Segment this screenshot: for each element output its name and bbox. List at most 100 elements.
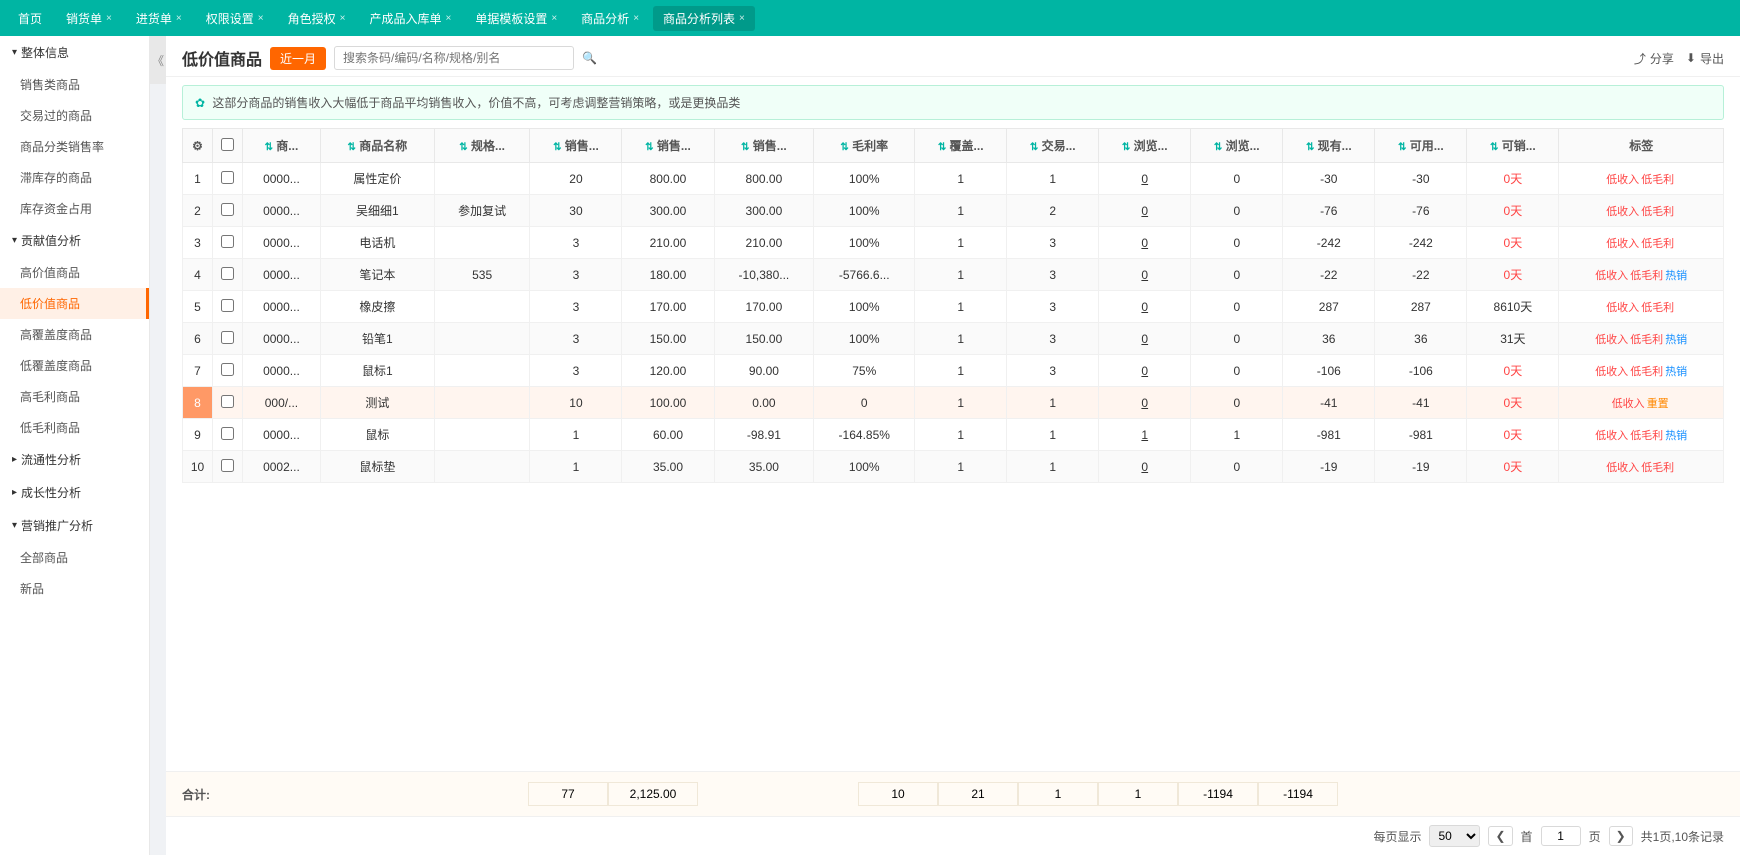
view1-link[interactable]: 0 [1141, 236, 1148, 250]
sidebar-group-contribution[interactable]: ▾ 贡献值分析 [0, 224, 149, 257]
col-sellable-header[interactable]: ⇅ 可销... [1467, 129, 1559, 163]
search-icon[interactable]: 🔍 [582, 51, 597, 65]
sidebar-item-low-coverage[interactable]: 低覆盖度商品 [0, 350, 149, 381]
sidebar-item-new-goods[interactable]: 新品 [0, 573, 149, 604]
cell-view1[interactable]: 0 [1099, 163, 1191, 195]
nav-template-close[interactable]: × [551, 13, 557, 24]
row-checkbox[interactable] [221, 459, 234, 472]
row-checkbox[interactable] [221, 267, 234, 280]
col-available-header[interactable]: ⇅ 可用... [1375, 129, 1467, 163]
view1-link[interactable]: 0 [1141, 460, 1148, 474]
col-current-header[interactable]: ⇅ 现有... [1283, 129, 1375, 163]
nav-product-close[interactable]: × [445, 13, 451, 24]
first-page-button[interactable]: ❮ [1488, 826, 1512, 846]
sidebar-item-traded-goods[interactable]: 交易过的商品 [0, 100, 149, 131]
nav-product-in[interactable]: 产成品入库单 × [359, 6, 461, 31]
cell-view1[interactable]: 0 [1099, 387, 1191, 419]
sidebar-group-overall[interactable]: ▾ 整体信息 [0, 36, 149, 69]
select-all-checkbox[interactable] [221, 138, 234, 151]
row-checkbox[interactable] [221, 203, 234, 216]
nav-role[interactable]: 角色授权 × [278, 6, 356, 31]
row-checkbox[interactable] [221, 171, 234, 184]
cell-view1[interactable]: 0 [1099, 195, 1191, 227]
col-view2-header[interactable]: ⇅ 浏览... [1191, 129, 1283, 163]
row-checkbox[interactable] [221, 427, 234, 440]
cell-view1[interactable]: 0 [1099, 291, 1191, 323]
sidebar-group-circulation[interactable]: ▸ 流通性分析 [0, 443, 149, 476]
cell-view1[interactable]: 1 [1099, 419, 1191, 451]
view1-link[interactable]: 0 [1141, 332, 1148, 346]
cell-check[interactable] [213, 259, 243, 291]
sidebar-item-sales-goods[interactable]: 销售类商品 [0, 69, 149, 100]
search-input[interactable] [334, 46, 574, 70]
view1-link[interactable]: 0 [1141, 204, 1148, 218]
col-view1-header[interactable]: ⇅ 浏览... [1099, 129, 1191, 163]
cell-check[interactable] [213, 227, 243, 259]
cell-view1[interactable]: 0 [1099, 355, 1191, 387]
view1-link[interactable]: 0 [1141, 300, 1148, 314]
sidebar-item-high-value[interactable]: 高价值商品 [0, 257, 149, 288]
sidebar-item-category-sales[interactable]: 商品分类销售率 [0, 131, 149, 162]
view1-link[interactable]: 0 [1141, 172, 1148, 186]
nav-permission-close[interactable]: × [258, 13, 264, 24]
view1-link[interactable]: 0 [1141, 364, 1148, 378]
table-container[interactable]: ⚙ ⇅ 商... ⇅ 商品名称 ⇅ 规格... ⇅ 销售... ⇅ 销售... … [166, 128, 1740, 771]
cell-check[interactable] [213, 195, 243, 227]
col-code-header[interactable]: ⇅ 商... [243, 129, 321, 163]
cell-check[interactable] [213, 387, 243, 419]
sidebar-item-all-goods[interactable]: 全部商品 [0, 542, 149, 573]
col-saleamt2-header[interactable]: ⇅ 销售... [714, 129, 814, 163]
cell-check[interactable] [213, 355, 243, 387]
nav-role-close[interactable]: × [340, 13, 346, 24]
nav-permission[interactable]: 权限设置 × [196, 6, 274, 31]
cell-check[interactable] [213, 323, 243, 355]
sidebar-item-capital[interactable]: 库存资金占用 [0, 193, 149, 224]
page-input[interactable] [1541, 826, 1581, 846]
row-checkbox[interactable] [221, 235, 234, 248]
col-spec-header[interactable]: ⇅ 规格... [434, 129, 530, 163]
col-check-header[interactable] [213, 129, 243, 163]
next-page-button[interactable]: ❯ [1609, 826, 1633, 846]
sidebar-item-slow-goods[interactable]: 滞库存的商品 [0, 162, 149, 193]
view1-link[interactable]: 0 [1141, 268, 1148, 282]
sidebar-item-low-margin[interactable]: 低毛利商品 [0, 412, 149, 443]
nav-purchase-close[interactable]: × [176, 13, 182, 24]
sidebar-collapse-button[interactable]: 《 [150, 36, 166, 84]
cell-view1[interactable]: 0 [1099, 323, 1191, 355]
sidebar-item-high-coverage[interactable]: 高覆盖度商品 [0, 319, 149, 350]
cell-check[interactable] [213, 419, 243, 451]
nav-purchase[interactable]: 进货单 × [126, 6, 192, 31]
nav-analysis[interactable]: 商品分析 × [571, 6, 649, 31]
nav-sales-close[interactable]: × [106, 13, 112, 24]
cell-view1[interactable]: 0 [1099, 227, 1191, 259]
col-saleamt-header[interactable]: ⇅ 销售... [622, 129, 714, 163]
col-saleqty-header[interactable]: ⇅ 销售... [530, 129, 622, 163]
filter-button[interactable]: 近一月 [270, 47, 326, 70]
row-checkbox[interactable] [221, 331, 234, 344]
row-checkbox[interactable] [221, 395, 234, 408]
sidebar-item-low-value[interactable]: 低价值商品 [0, 288, 149, 319]
nav-analysis-close[interactable]: × [633, 13, 639, 24]
cell-check[interactable] [213, 163, 243, 195]
cell-check[interactable] [213, 451, 243, 483]
row-checkbox[interactable] [221, 363, 234, 376]
col-margin-header[interactable]: ⇅ 毛利率 [814, 129, 915, 163]
cell-view1[interactable]: 0 [1099, 259, 1191, 291]
cell-view1[interactable]: 0 [1099, 451, 1191, 483]
sidebar-item-high-margin[interactable]: 高毛利商品 [0, 381, 149, 412]
col-name-header[interactable]: ⇅ 商品名称 [320, 129, 434, 163]
nav-template[interactable]: 单据模板设置 × [465, 6, 567, 31]
view1-link[interactable]: 0 [1141, 396, 1148, 410]
share-button[interactable]: ⤴ 分享 [1634, 50, 1674, 67]
sidebar-group-marketing[interactable]: ▾ 营销推广分析 [0, 509, 149, 542]
cell-check[interactable] [213, 291, 243, 323]
row-checkbox[interactable] [221, 299, 234, 312]
export-button[interactable]: ⬇ 导出 [1686, 50, 1724, 67]
nav-analysis-list-close[interactable]: × [739, 13, 745, 24]
col-settings-header[interactable]: ⚙ [183, 129, 213, 163]
col-coverage-header[interactable]: ⇅ 覆盖... [915, 129, 1007, 163]
nav-home[interactable]: 首页 [8, 6, 52, 31]
view1-link[interactable]: 1 [1141, 428, 1148, 442]
sidebar-group-growth[interactable]: ▸ 成长性分析 [0, 476, 149, 509]
nav-analysis-list[interactable]: 商品分析列表 × [653, 6, 755, 31]
